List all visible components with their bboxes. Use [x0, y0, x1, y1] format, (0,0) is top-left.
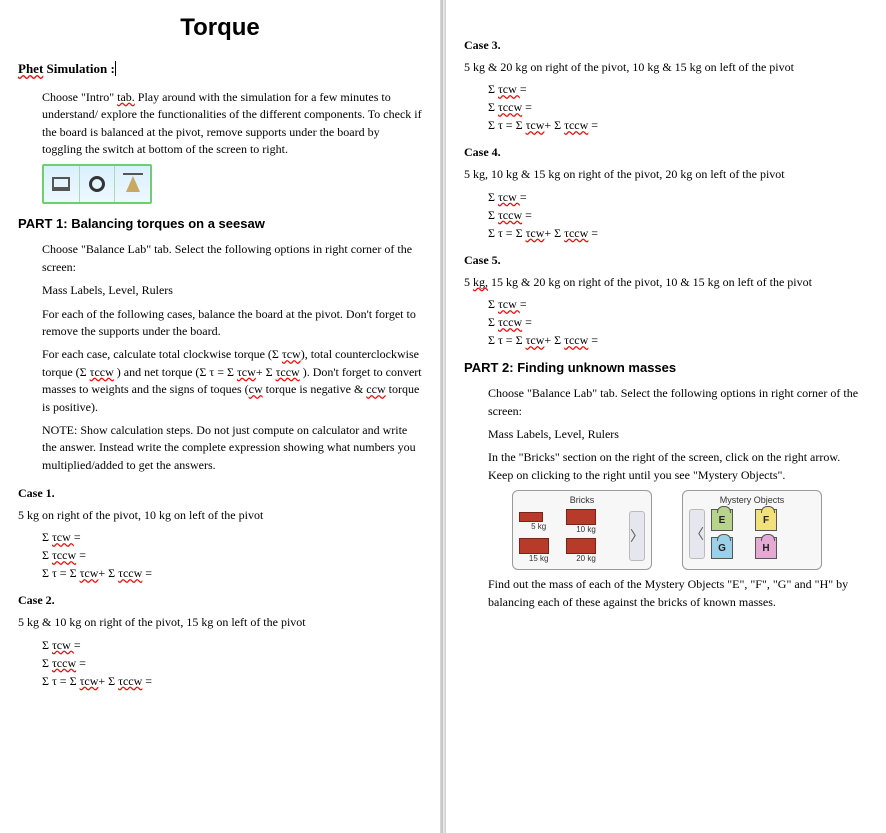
bricks-title: Bricks [519, 495, 645, 505]
case5-formulas: Σ τcw = Σ τccw = Σ τ = Σ τcw+ Σ τccw = [488, 297, 868, 348]
intro-text: Choose "Intro" tab. Play around with the… [42, 89, 422, 159]
mystery-f-icon: F [755, 509, 777, 531]
case1-label: Case 1. [18, 486, 422, 501]
scale-icon [52, 177, 70, 191]
panels-row: Bricks 5 kg 10 kg 15 kg 20 kg [512, 490, 868, 570]
case2-label: Case 2. [18, 593, 422, 608]
part1-note: NOTE: Show calculation steps. Do not jus… [42, 422, 422, 474]
case5-label: Case 5. [464, 253, 868, 268]
sim-panel-1 [44, 166, 79, 202]
doc-title: Torque [18, 14, 422, 42]
case1-formulas: Σ τcw = Σ τccw = Σ τ = Σ τcw+ Σ τccw = [42, 530, 422, 581]
text-cursor[interactable]: : [110, 61, 115, 76]
case5-desc: 5 kg, 15 kg & 20 kg on right of the pivo… [464, 274, 868, 291]
chevron-left-icon[interactable]: 〈 [689, 509, 705, 559]
part2-body: Choose "Balance Lab" tab. Select the fol… [488, 385, 868, 611]
part2-heading: PART 2: Finding unknown masses [464, 360, 868, 375]
case4-formulas: Σ τcw = Σ τccw = Σ τ = Σ τcw+ Σ τccw = [488, 190, 868, 241]
part2-p2: Mass Labels, Level, Rulers [488, 426, 868, 443]
part1-p3: For each of the following cases, balance… [42, 306, 422, 341]
case3-formulas: Σ τcw = Σ τccw = Σ τ = Σ τcw+ Σ τccw = [488, 82, 868, 133]
mystery-title: Mystery Objects [689, 495, 815, 505]
part1-p4: For each case, calculate total clockwise… [42, 346, 422, 416]
part1-p1: Choose "Balance Lab" tab. Select the fol… [42, 241, 422, 276]
intro-block: Choose "Intro" tab. Play around with the… [42, 89, 422, 205]
brick-icon [519, 512, 543, 522]
tower-icon [126, 176, 140, 192]
part1-p2: Mass Labels, Level, Rulers [42, 282, 422, 299]
brick-icon [566, 509, 596, 525]
bricks-panel: Bricks 5 kg 10 kg 15 kg 20 kg [512, 490, 652, 570]
sim-panel-2 [79, 166, 115, 202]
mystery-panel: Mystery Objects 〈 E F G H [682, 490, 822, 570]
part1-heading: PART 1: Balancing torques on a seesaw [18, 216, 422, 231]
case3-label: Case 3. [464, 38, 868, 53]
sim-panel-3 [114, 166, 150, 202]
part2-p3: In the "Bricks" section on the right of … [488, 449, 868, 484]
mystery-e-icon: E [711, 509, 733, 531]
page-right: Case 3. 5 kg & 20 kg on right of the piv… [446, 0, 886, 833]
part1-body: Choose "Balance Lab" tab. Select the fol… [42, 241, 422, 474]
mystery-h-icon: H [755, 537, 777, 559]
case2-desc: 5 kg & 10 kg on right of the pivot, 15 k… [18, 614, 422, 631]
case1-desc: 5 kg on right of the pivot, 10 kg on lef… [18, 507, 422, 524]
phet-heading: Phet Simulation : [18, 60, 422, 79]
sim-thumbnail [42, 164, 152, 204]
page-spread: Torque Phet Simulation : Choose "Intro" … [0, 0, 886, 833]
sim-word: Simulation [43, 61, 110, 76]
case3-desc: 5 kg & 20 kg on right of the pivot, 10 k… [464, 59, 868, 76]
case4-label: Case 4. [464, 145, 868, 160]
part2-p1: Choose "Balance Lab" tab. Select the fol… [488, 385, 868, 420]
page-left: Torque Phet Simulation : Choose "Intro" … [0, 0, 440, 833]
brick-icon [519, 538, 549, 554]
wheel-icon [89, 176, 105, 192]
brick-icon [566, 538, 596, 554]
phet-word: Phet [18, 61, 43, 76]
case4-desc: 5 kg, 10 kg & 15 kg on right of the pivo… [464, 166, 868, 183]
case2-formulas: Σ τcw = Σ τccw = Σ τ = Σ τcw+ Σ τccw = [42, 638, 422, 689]
part2-p4: Find out the mass of each of the Mystery… [488, 576, 868, 611]
mystery-g-icon: G [711, 537, 733, 559]
chevron-right-icon[interactable]: 〉 [629, 511, 645, 561]
